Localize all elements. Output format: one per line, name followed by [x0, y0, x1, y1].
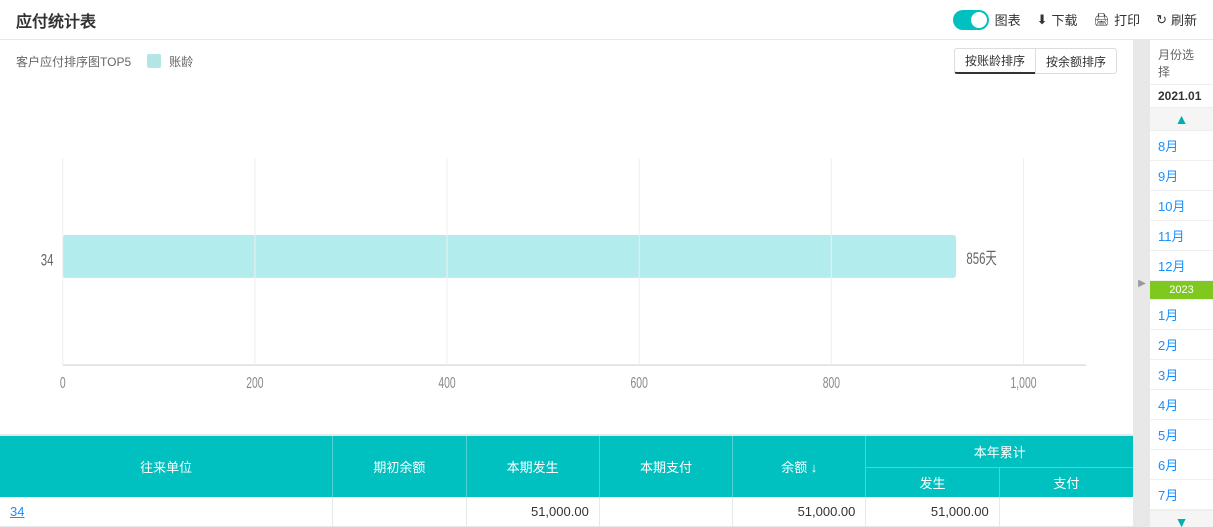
legend-label: 账龄 — [169, 53, 193, 70]
sidebar-month-12[interactable]: 12月 — [1150, 251, 1213, 281]
sidebar-month-1[interactable]: 1月 — [1150, 300, 1213, 330]
sidebar-month-7[interactable]: 7月 — [1150, 480, 1213, 510]
sidebar-month-8[interactable]: 8月 — [1150, 131, 1213, 161]
download-label: 下载 — [1052, 10, 1078, 29]
sidebar-month-4[interactable]: 4月 — [1150, 390, 1213, 420]
sidebar-year-input[interactable]: 2021.01 — [1150, 85, 1213, 108]
sidebar-nav-up-button[interactable]: ▲ — [1150, 108, 1213, 131]
th-unit-main: 往来单位 — [0, 436, 333, 497]
print-label: 打印 — [1114, 10, 1140, 29]
td-current-pay — [600, 497, 733, 526]
th-ytd-group: 本年累计 发生 支付 — [866, 436, 1133, 497]
svg-text:34: 34 — [41, 252, 54, 271]
sidebar-month-9[interactable]: 9月 — [1150, 161, 1213, 191]
print-button[interactable]: 🖨 打印 — [1094, 10, 1141, 29]
refresh-label: 刷新 — [1171, 10, 1197, 29]
td-balance: 51,000.00 — [733, 497, 866, 526]
th-cur-pay-main: 本期支付 — [600, 436, 733, 497]
chart-bar — [63, 235, 956, 278]
chart-toggle-label: 图表 — [995, 10, 1021, 29]
sidebar-year-2023[interactable]: 2023 — [1150, 281, 1213, 300]
svg-text:200: 200 — [246, 374, 263, 392]
svg-text:1,000: 1,000 — [1011, 374, 1037, 392]
td-current-occur: 51,000.00 — [467, 497, 600, 526]
th-opening-main: 期初余额 — [333, 436, 466, 497]
svg-text:0: 0 — [60, 374, 66, 392]
sort-buttons: 按账龄排序 按余额排序 — [954, 48, 1117, 74]
chart-section: 客户应付排序图TOP5 账龄 按账龄排序 按余额排序 34 856天 — [0, 40, 1133, 527]
main-area: 客户应付排序图TOP5 账龄 按账龄排序 按余额排序 34 856天 — [0, 40, 1213, 527]
table-row: 34 51,000.00 51,000.00 51,000.00 — [0, 497, 1133, 527]
sidebar: ▶ 月份选择 2021.01 ▲ 8月 9月 10月 11月 12月 2023 … — [1133, 40, 1213, 527]
sidebar-month-11[interactable]: 11月 — [1150, 221, 1213, 251]
svg-text:800: 800 — [823, 374, 840, 392]
svg-text:400: 400 — [438, 374, 455, 392]
svg-text:856天: 856天 — [966, 250, 996, 269]
sidebar-collapse-arrow[interactable]: ▶ — [1134, 40, 1150, 527]
sidebar-month-10[interactable]: 10月 — [1150, 191, 1213, 221]
download-button[interactable]: ⬇ 下载 — [1037, 10, 1078, 29]
toggle-knob — [971, 12, 987, 28]
chart-svg: 34 856天 0 200 400 600 800 1,000 — [16, 82, 1117, 434]
chevron-right-icon: ▶ — [1138, 278, 1146, 289]
refresh-icon: ↻ — [1156, 12, 1167, 28]
chart-toggle[interactable] — [953, 10, 989, 30]
sort-by-balance-button[interactable]: 按账龄排序 — [954, 48, 1035, 74]
table-header-main: 往来单位 期初余额 本期发生 本期支付 余额 ↓ 本年累计 发生 支付 — [0, 436, 1133, 497]
header: 应付统计表 图表 ⬇ 下载 🖨 打印 ↻ 刷新 — [0, 0, 1213, 40]
chart-toggle-wrap: 图表 — [953, 10, 1021, 30]
legend-color-box — [147, 54, 161, 68]
chart-header: 客户应付排序图TOP5 账龄 按账龄排序 按余额排序 — [0, 40, 1133, 82]
sidebar-month-3[interactable]: 3月 — [1150, 360, 1213, 390]
download-icon: ⬇ — [1037, 12, 1048, 28]
page-title: 应付统计表 — [16, 8, 96, 32]
sidebar-month-2[interactable]: 2月 — [1150, 330, 1213, 360]
refresh-button[interactable]: ↻ 刷新 — [1156, 10, 1197, 29]
sidebar-month-6[interactable]: 6月 — [1150, 450, 1213, 480]
sidebar-nav-down-button[interactable]: ▼ — [1150, 510, 1213, 527]
sidebar-content: 月份选择 2021.01 ▲ 8月 9月 10月 11月 12月 2023 1月… — [1150, 40, 1213, 527]
table-section: 往来单位 期初余额 本期发生 本期支付 余额 ↓ 本年累计 发生 支付 34 5… — [0, 434, 1133, 527]
sidebar-months: 8月 9月 10月 11月 12月 2023 1月 2月 3月 4月 5月 6月… — [1150, 131, 1213, 510]
print-icon: 🖨 — [1094, 12, 1111, 28]
td-opening — [333, 497, 466, 526]
td-unit: 34 — [0, 497, 333, 526]
page-container: 应付统计表 图表 ⬇ 下载 🖨 打印 ↻ 刷新 — [0, 0, 1213, 527]
td-ytd-pay — [1000, 497, 1133, 526]
sidebar-title: 月份选择 — [1150, 40, 1213, 85]
chart-title: 客户应付排序图TOP5 — [16, 53, 131, 70]
legend-area: 客户应付排序图TOP5 账龄 — [16, 53, 193, 70]
svg-text:600: 600 — [631, 374, 648, 392]
sidebar-month-5[interactable]: 5月 — [1150, 420, 1213, 450]
sort-by-amount-button[interactable]: 按余额排序 — [1035, 48, 1117, 74]
th-cur-occur-main: 本期发生 — [467, 436, 600, 497]
td-unit-link[interactable]: 34 — [10, 504, 24, 519]
td-ytd-occur: 51,000.00 — [866, 497, 999, 526]
th-balance-main: 余额 ↓ — [733, 436, 866, 497]
chart-container: 34 856天 0 200 400 600 800 1,000 — [0, 82, 1133, 434]
header-actions: 图表 ⬇ 下载 🖨 打印 ↻ 刷新 — [953, 10, 1197, 30]
